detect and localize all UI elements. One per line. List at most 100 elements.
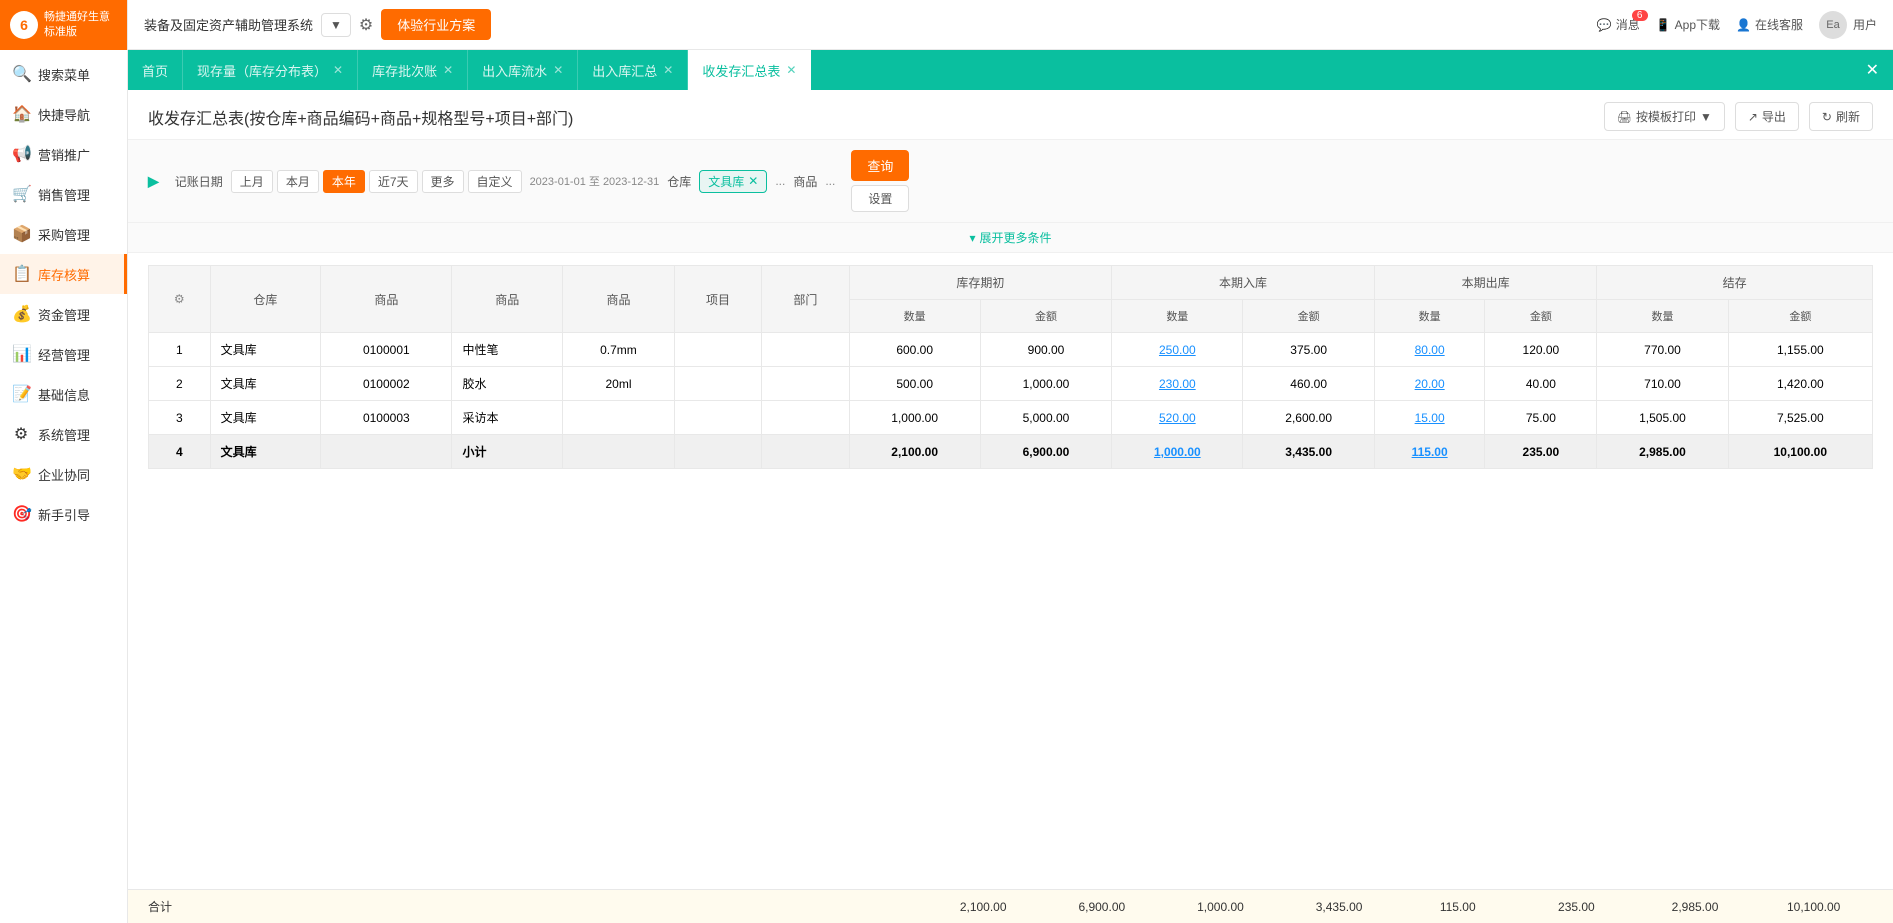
th-init-qty: 数量 — [849, 300, 980, 333]
online-service-button[interactable]: 👤 在线客服 — [1736, 16, 1803, 33]
date-btn-more[interactable]: 更多 — [422, 170, 464, 193]
sidebar-icon-enterprise-collab: 🤝 — [12, 464, 30, 484]
cell-in-qty-0[interactable]: 250.00 — [1112, 333, 1243, 367]
print-button[interactable]: 🖨 按模板打印 ▼ — [1604, 102, 1725, 131]
sidebar-item-quick-nav[interactable]: 🏠快捷导航 — [0, 94, 127, 134]
sidebar-item-sales-mgmt[interactable]: 🛒销售管理 — [0, 174, 127, 214]
product-label: 商品 — [793, 173, 817, 190]
date-btn-this-year[interactable]: 本年 — [323, 170, 365, 193]
app-download-button[interactable]: 📱 App下载 — [1656, 16, 1720, 33]
cell-warehouse-0: 文具库 — [210, 333, 321, 367]
tab-label-1: 现存量（库存分布表） — [197, 61, 327, 80]
tab-close-5[interactable]: ✕ — [786, 63, 796, 77]
tab-item-2[interactable]: 库存批次账✕ — [358, 50, 468, 90]
cell-bal-amt-1: 1,420.00 — [1728, 367, 1872, 401]
tab-item-0[interactable]: 首页 — [128, 50, 183, 90]
page-title: 收发存汇总表(按仓库+商品编码+商品+规格型号+项目+部门) — [148, 105, 573, 129]
sidebar-item-search[interactable]: 🔍搜索菜单 — [0, 54, 127, 94]
tab-close-4[interactable]: ✕ — [663, 63, 673, 77]
th-settings[interactable]: ⚙ — [149, 266, 211, 333]
product-more-button[interactable]: ... — [825, 174, 835, 188]
th-init-amt: 金额 — [980, 300, 1111, 333]
cell-project-3 — [674, 435, 761, 469]
chevron-down-icon: ▾ — [969, 231, 975, 245]
system-dropdown-button[interactable]: ▼ — [321, 13, 351, 37]
cell-in-qty-3[interactable]: 1,000.00 — [1112, 435, 1243, 469]
sidebar-item-finance-mgmt[interactable]: 💰资金管理 — [0, 294, 127, 334]
cell-in-amt-2: 2,600.00 — [1243, 401, 1374, 435]
cell-out-qty-2[interactable]: 15.00 — [1374, 401, 1485, 435]
cell-init-amt-0: 900.00 — [980, 333, 1111, 367]
sidebar-item-inventory-audit[interactable]: 📋 库存核算 — [0, 254, 127, 294]
cell-init-amt-3: 6,900.00 — [980, 435, 1111, 469]
cell-out-qty-3[interactable]: 115.00 — [1374, 435, 1485, 469]
warehouse-more-button[interactable]: ... — [775, 174, 785, 188]
footer-col-name — [449, 900, 568, 914]
export-button[interactable]: ↗ 导出 — [1735, 102, 1799, 131]
date-btn-7days[interactable]: 近7天 — [369, 170, 418, 193]
system-name: 装备及固定资产辅助管理系统 — [144, 15, 313, 34]
sidebar-label-search: 搜索菜单 — [38, 65, 90, 84]
date-btn-last-month[interactable]: 上月 — [231, 170, 273, 193]
tab-close-2[interactable]: ✕ — [443, 63, 453, 77]
table-row-3: 4 文具库 小计 2,100.00 6,900.00 1,000.00 3,43… — [149, 435, 1873, 469]
table-row-0: 1 文具库 0100001 中性笔 0.7mm 600.00 900.00 25… — [149, 333, 1873, 367]
th-in-amt: 金额 — [1243, 300, 1374, 333]
cell-in-qty-2[interactable]: 520.00 — [1112, 401, 1243, 435]
date-range-display: 2023-01-01 至 2023-12-31 — [530, 173, 660, 189]
tab-item-1[interactable]: 现存量（库存分布表） ✕ — [183, 50, 358, 90]
settings-icon[interactable]: ⚙ — [359, 15, 373, 35]
sidebar-item-marketing-promo[interactable]: 📢营销推广 — [0, 134, 127, 174]
sidebar-icon-biz-mgmt: 📊 — [12, 344, 30, 364]
cell-init-qty-2: 1,000.00 — [849, 401, 980, 435]
cell-bal-qty-0: 770.00 — [1597, 333, 1728, 367]
sidebar-icon-purchase-mgmt: 📦 — [12, 224, 30, 244]
query-button[interactable]: 查询 — [851, 150, 909, 181]
th-out-stock: 本期出库 — [1374, 266, 1597, 300]
filter-toggle-button[interactable]: ▶ — [148, 173, 159, 190]
sidebar-label-inventory-audit: 库存核算 — [38, 265, 90, 284]
cell-out-qty-0[interactable]: 80.00 — [1374, 333, 1485, 367]
cell-out-qty-1[interactable]: 20.00 — [1374, 367, 1485, 401]
sidebar-icon-sys-mgmt: ⚙ — [12, 424, 30, 444]
topbar: 装备及固定资产辅助管理系统 ▼ ⚙ 体验行业方案 💬 消息 6 📱 App下载 … — [128, 0, 1893, 50]
page-header: 收发存汇总表(按仓库+商品编码+商品+规格型号+项目+部门) 🖨 按模板打印 ▼… — [128, 90, 1893, 140]
sidebar-item-sys-mgmt[interactable]: ⚙系统管理 — [0, 414, 127, 454]
tab-close-1[interactable]: ✕ — [333, 63, 343, 77]
cell-project-1 — [674, 367, 761, 401]
cell-warehouse-2: 文具库 — [210, 401, 321, 435]
tab-close-3[interactable]: ✕ — [553, 63, 563, 77]
tab-item-5[interactable]: 收发存汇总表 ✕ — [688, 50, 811, 90]
tab-label-5: 收发存汇总表 — [702, 61, 780, 80]
refresh-button[interactable]: ↻ 刷新 — [1809, 102, 1873, 131]
tab-item-4[interactable]: 出入库汇总✕ — [578, 50, 688, 90]
table-settings-icon[interactable]: ⚙ — [174, 292, 185, 306]
sidebar-item-enterprise-collab[interactable]: 🤝企业协同 — [0, 454, 127, 494]
sidebar-item-biz-mgmt[interactable]: 📊经营管理 — [0, 334, 127, 374]
sidebar-item-purchase-mgmt[interactable]: 📦采购管理 — [0, 214, 127, 254]
cell-spec-0: 0.7mm — [563, 333, 675, 367]
try-industry-button[interactable]: 体验行业方案 — [381, 9, 491, 40]
user-label: 用户 — [1853, 16, 1877, 33]
tab-bar-close-button[interactable]: ✕ — [1852, 60, 1893, 80]
refresh-icon: ↻ — [1822, 110, 1832, 124]
cell-no-0: 1 — [149, 333, 211, 367]
cell-init-qty-0: 600.00 — [849, 333, 980, 367]
cell-in-qty-1[interactable]: 230.00 — [1112, 367, 1243, 401]
settings-filter-button[interactable]: 设置 — [851, 185, 909, 212]
expand-conditions-button[interactable]: ▾ 展开更多条件 — [969, 229, 1051, 246]
footer-in-amt: 3,435.00 — [1280, 900, 1399, 914]
sidebar-label-quick-nav: 快捷导航 — [38, 105, 90, 124]
date-btn-this-month[interactable]: 本月 — [277, 170, 319, 193]
sidebar-item-basic-info[interactable]: 📝基础信息 — [0, 374, 127, 414]
sidebar-item-newbie-guide[interactable]: 🎯新手引导 — [0, 494, 127, 534]
date-label: 记账日期 — [175, 173, 223, 190]
date-btn-custom[interactable]: 自定义 — [468, 170, 522, 193]
cell-dept-3 — [762, 435, 849, 469]
messages-button[interactable]: 💬 消息 6 — [1597, 16, 1640, 33]
tab-item-3[interactable]: 出入库流水✕ — [468, 50, 578, 90]
warehouse-tag-close-button[interactable]: ✕ — [748, 174, 758, 188]
user-area[interactable]: Ea 用户 — [1819, 11, 1877, 39]
sidebar-icon-inventory-audit: 📋 — [12, 264, 30, 284]
cell-name-2: 采访本 — [452, 401, 563, 435]
